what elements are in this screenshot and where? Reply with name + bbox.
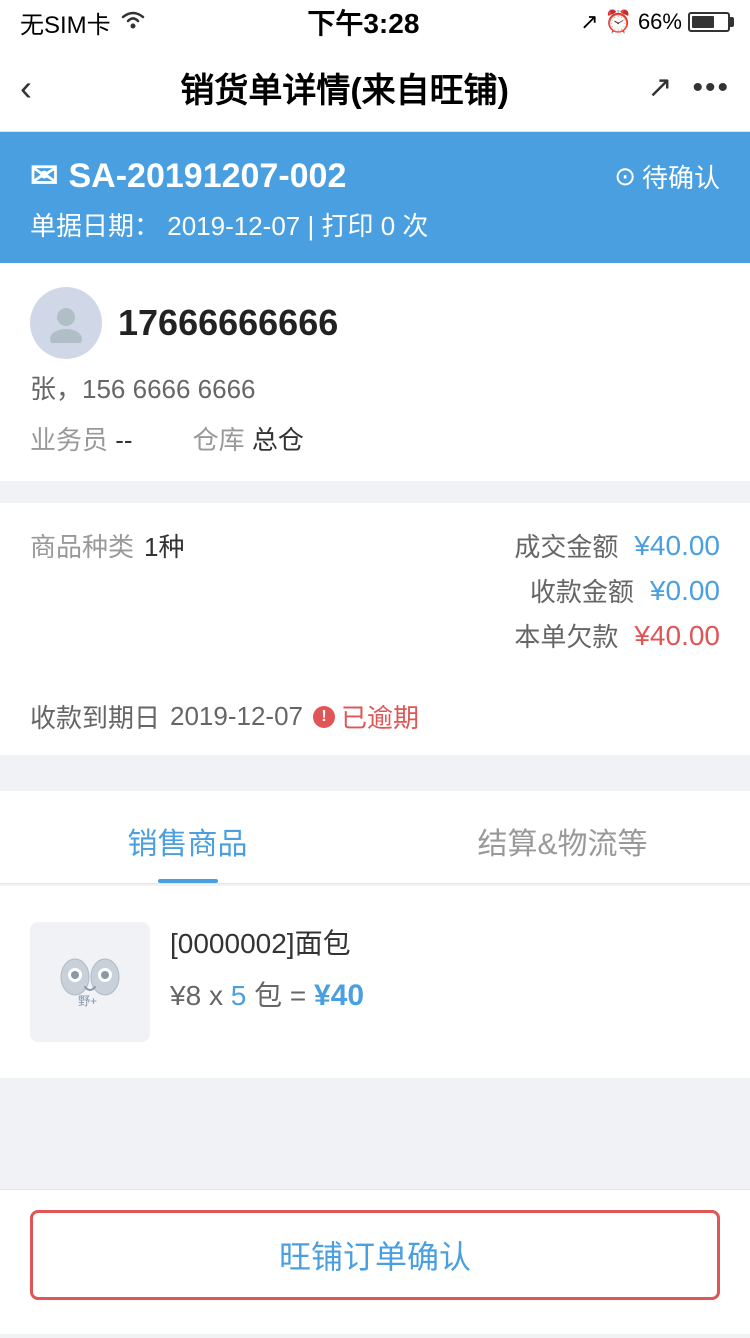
divider-2 (0, 755, 750, 775)
tabs-bar: 销售商品 结算&物流等 (0, 791, 750, 884)
product-info: [0000002]面包 ¥8 x 5 包 = ¥40 (170, 922, 720, 1014)
salesman-value: -- (115, 425, 132, 455)
confirm-button-wrapper: 旺铺订单确认 (0, 1189, 750, 1334)
customer-name: 张，156 6666 6666 (30, 369, 720, 406)
product-type-section: 商品种类 1种 (30, 527, 514, 564)
product-type-label: 商品种类 (30, 527, 134, 564)
wifi-icon (119, 8, 147, 36)
equals-sign: = (290, 980, 314, 1011)
carrier-text: 无SIM卡 (20, 5, 111, 40)
deal-amount-row: 成交金额 ¥40.00 (514, 527, 720, 564)
nav-actions: ↗ ••• (647, 70, 730, 105)
status-left: 无SIM卡 (20, 5, 147, 40)
divider-1 (0, 483, 750, 503)
status-bar: 无SIM卡 下午3:28 ↗ ⏰ 66% (0, 0, 750, 44)
received-amount-label: 收款金额 (530, 572, 634, 609)
product-total: ¥40 (314, 979, 364, 1012)
more-icon[interactable]: ••• (692, 71, 730, 105)
customer-meta: 业务员 -- 仓库 总仓 (30, 420, 720, 457)
order-icon: ✉ (30, 156, 59, 196)
warehouse-value: 总仓 (252, 425, 304, 455)
deal-amount-value: ¥40.00 (634, 530, 720, 562)
page-title: 销货单详情(来自旺铺) (42, 63, 647, 112)
product-list: 野+ [0000002]面包 ¥8 x 5 包 = ¥40 (0, 886, 750, 1078)
overdue-badge: ! 已逾期 (313, 698, 419, 735)
battery-text: 66% (638, 9, 682, 35)
product-item: 野+ [0000002]面包 ¥8 x 5 包 = ¥40 (30, 906, 720, 1058)
received-amount-row: 收款金额 ¥0.00 (530, 572, 720, 609)
overdue-icon: ! (313, 706, 335, 728)
status-text: 待确认 (642, 158, 720, 195)
product-logo: 野+ (50, 947, 130, 1018)
due-date-label: 收款到期日 (30, 698, 160, 735)
location-icon: ↗ (580, 9, 598, 35)
status-clock-icon: ⊙ (614, 161, 636, 192)
battery-icon (688, 12, 730, 32)
due-date-card: 收款到期日 2019-12-07 ! 已逾期 (0, 678, 750, 755)
back-button[interactable]: ‹ (10, 57, 42, 119)
product-unit: 包 (254, 980, 282, 1011)
owed-amount-label: 本单欠款 (514, 617, 618, 654)
customer-phone: 17666666666 (118, 302, 338, 344)
confirm-order-button[interactable]: 旺铺订单确认 (30, 1210, 720, 1300)
deal-amount-label: 成交金额 (514, 527, 618, 564)
tab-sales-products[interactable]: 销售商品 (0, 791, 375, 883)
salesman-field: 业务员 -- (30, 420, 133, 457)
received-amount-value: ¥0.00 (650, 575, 720, 607)
svg-text:野+: 野+ (78, 994, 97, 1007)
customer-card: 17666666666 张，156 6666 6666 业务员 -- 仓库 总仓 (0, 263, 750, 481)
amounts-section: 成交金额 ¥40.00 收款金额 ¥0.00 本单欠款 ¥40.00 (514, 527, 720, 654)
order-date-separator: | (307, 211, 321, 241)
order-id-text: SA-20191207-002 (69, 157, 347, 196)
product-thumbnail: 野+ (30, 922, 150, 1042)
order-date-row: 单据日期： 2019-12-07 | 打印 0 次 (30, 206, 720, 243)
status-right: ↗ ⏰ 66% (580, 9, 730, 35)
avatar (30, 287, 102, 359)
order-date-value: 2019-12-07 (167, 211, 300, 241)
salesman-label: 业务员 (30, 425, 108, 455)
owed-amount-row: 本单欠款 ¥40.00 (514, 617, 720, 654)
warehouse-label: 仓库 (193, 425, 245, 455)
tab-settlement-logistics[interactable]: 结算&物流等 (375, 791, 750, 883)
due-date-value: 2019-12-07 (170, 701, 303, 732)
overdue-text: 已逾期 (341, 698, 419, 735)
share-icon[interactable]: ↗ (647, 70, 672, 105)
product-name: [0000002]面包 (170, 922, 720, 962)
order-date-label: 单据日期： (30, 211, 160, 241)
confirm-button-label: 旺铺订单确认 (279, 1232, 471, 1278)
product-price-row: ¥8 x 5 包 = ¥40 (170, 974, 720, 1014)
product-price-label: ¥8 (170, 980, 201, 1011)
order-id: ✉ SA-20191207-002 (30, 156, 346, 196)
amount-card: 商品种类 1种 成交金额 ¥40.00 收款金额 ¥0.00 本单欠款 ¥40.… (0, 503, 750, 678)
order-print-text: 打印 0 次 (321, 211, 428, 241)
order-header: ✉ SA-20191207-002 ⊙ 待确认 单据日期： 2019-12-07… (0, 132, 750, 263)
product-type-value: 1种 (144, 527, 184, 564)
alarm-icon: ⏰ (605, 9, 632, 35)
order-status: ⊙ 待确认 (614, 158, 720, 195)
nav-bar: ‹ 销货单详情(来自旺铺) ↗ ••• (0, 44, 750, 132)
warehouse-field: 仓库 总仓 (193, 420, 304, 457)
product-qty: 5 (231, 980, 247, 1011)
status-time: 下午3:28 (307, 2, 419, 42)
owed-amount-value: ¥40.00 (634, 620, 720, 652)
multiply-sign: x (209, 980, 231, 1011)
